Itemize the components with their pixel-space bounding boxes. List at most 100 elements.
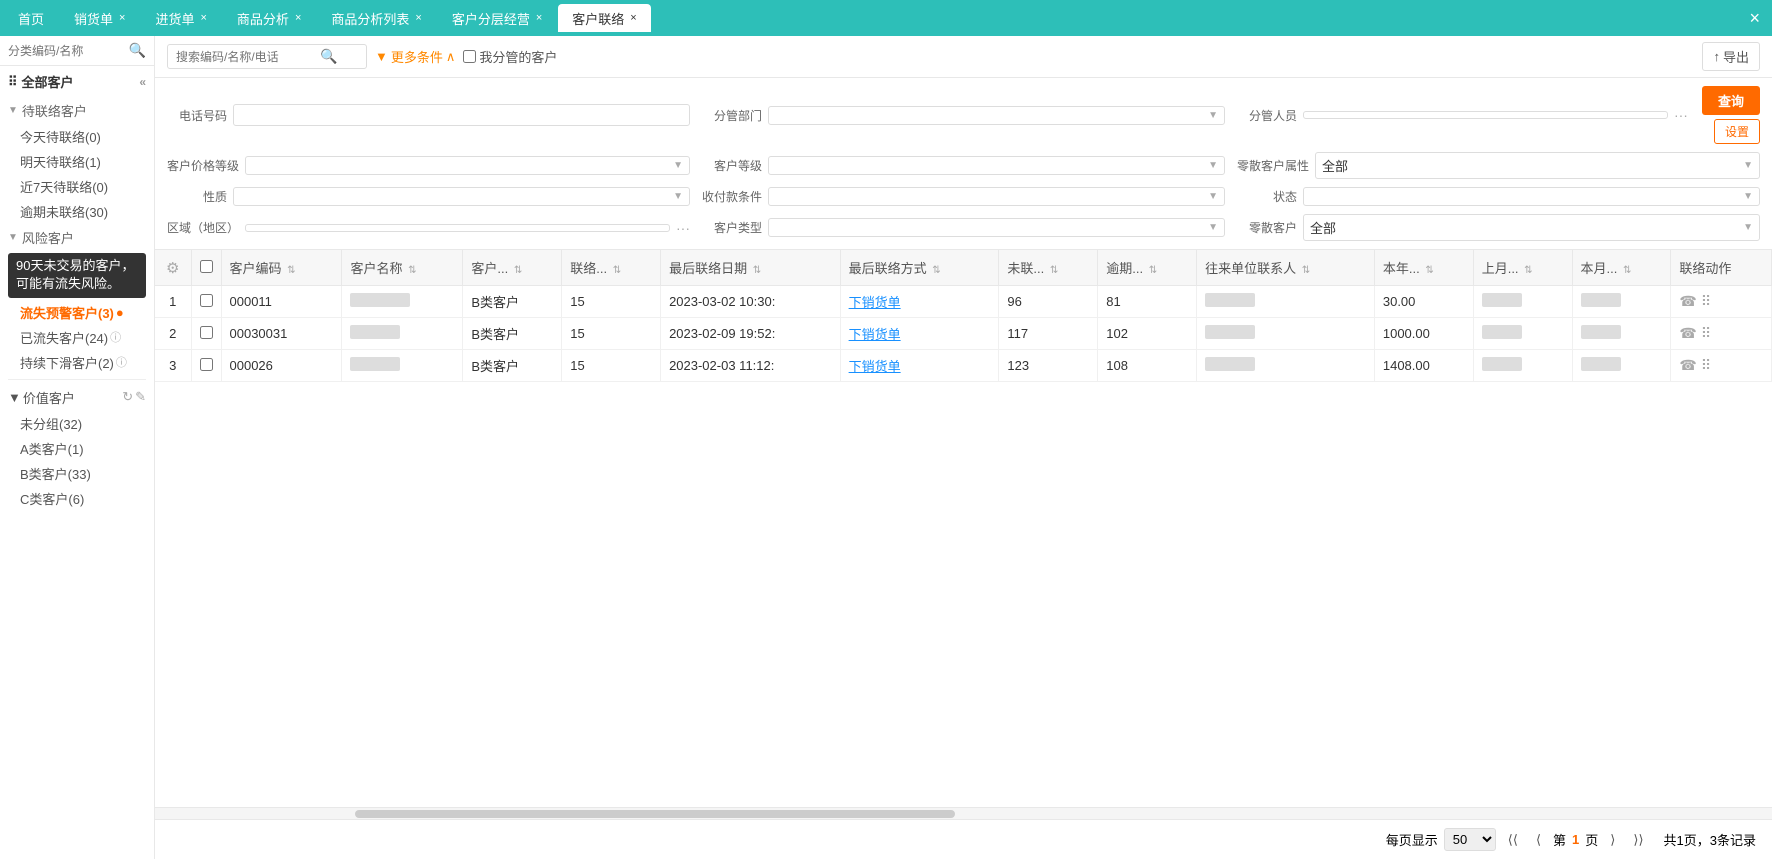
col-company-contact[interactable]: 往来单位联系人 ⇅ <box>1197 250 1375 286</box>
col-action[interactable]: 联络动作 <box>1671 250 1772 286</box>
page-next-icon[interactable]: ⟩ <box>1604 830 1621 850</box>
sidebar-item-churned[interactable]: 已流失客户(24) ⓘ <box>0 325 154 350</box>
sidebar-search-icon[interactable]: 🔍 <box>129 42 146 59</box>
filter-search-icon[interactable]: 🔍 <box>320 48 337 65</box>
page-first-icon[interactable]: ⟨⟨ <box>1502 830 1524 850</box>
row3-phone-icon[interactable]: ☎ <box>1679 357 1696 374</box>
sidebar-item-a-class[interactable]: A类客户(1) <box>0 436 154 461</box>
close-contact-icon[interactable]: × <box>630 12 636 24</box>
row1-check[interactable] <box>191 286 221 318</box>
close-purchase-order-icon[interactable]: × <box>200 12 206 24</box>
tab-product-analysis[interactable]: 商品分析 × <box>223 4 315 32</box>
region-more-icon[interactable]: ··· <box>676 220 690 236</box>
tab-customer-segmentation[interactable]: 客户分层经营 × <box>438 4 556 32</box>
select-all-checkbox[interactable] <box>200 260 213 273</box>
col-contact[interactable]: 联络... ⇅ <box>562 250 661 286</box>
col-level[interactable]: 客户... ⇅ <box>463 250 562 286</box>
row2-more-icon[interactable]: ⠿ <box>1701 325 1711 342</box>
sidebar-item-tomorrow[interactable]: 明天待联络(1) <box>0 149 154 174</box>
refresh-icon[interactable]: ↻ <box>122 389 133 405</box>
row1-checkbox[interactable] <box>200 294 213 307</box>
col-last-method[interactable]: 最后联络方式 ⇅ <box>840 250 999 286</box>
close-segmentation-icon[interactable]: × <box>536 12 542 24</box>
row3-overdue: 108 <box>1098 350 1197 382</box>
row2-checkbox[interactable] <box>200 326 213 339</box>
row1-name <box>342 286 463 318</box>
settings-button[interactable]: 设置 <box>1714 119 1760 144</box>
row3-last-method[interactable]: 下销货单 <box>840 350 999 382</box>
row2-phone-icon[interactable]: ☎ <box>1679 325 1696 342</box>
col-overdue[interactable]: 逾期... ⇅ <box>1098 250 1197 286</box>
row1-more-icon[interactable]: ⠿ <box>1701 293 1711 310</box>
sidebar-item-week[interactable]: 近7天待联络(0) <box>0 174 154 199</box>
sidebar-item-c-class[interactable]: C类客户(6) <box>0 486 154 511</box>
close-all-tabs-button[interactable]: × <box>1741 8 1768 29</box>
row3-checkbox[interactable] <box>200 358 213 371</box>
sidebar-item-declining[interactable]: 持续下滑客户(2) ⓘ <box>0 350 154 375</box>
row3-index: 3 <box>155 350 191 382</box>
tab-purchase-order[interactable]: 进货单 × <box>141 4 220 32</box>
col-checkbox[interactable] <box>191 250 221 286</box>
sidebar-all-customers[interactable]: ⠿ 全部客户 « <box>0 66 154 97</box>
horizontal-scrollbar[interactable] <box>155 807 1772 819</box>
customer-level-select[interactable]: ▼ <box>768 156 1225 175</box>
manager-more-icon[interactable]: ··· <box>1674 107 1688 123</box>
row3-check[interactable] <box>191 350 221 382</box>
sidebar-search-input[interactable] <box>8 44 125 58</box>
pagination-bar: 每页显示 50 100 200 ⟨⟨ ⟨ 第 1 页 ⟩ ⟩⟩ 共1页，3条记录 <box>155 819 1772 859</box>
payment-select[interactable]: ▼ <box>768 187 1225 206</box>
my-customers-checkbox-label[interactable]: 我分管的客户 <box>463 47 557 66</box>
export-button[interactable]: ↑ 导出 <box>1702 42 1760 71</box>
retail-customer-select[interactable]: 全部 ▼ <box>1303 214 1760 241</box>
col-code[interactable]: 客户编码 ⇅ <box>221 250 342 286</box>
per-page-select[interactable]: 50 100 200 <box>1444 828 1496 851</box>
filter-search-input[interactable] <box>176 50 316 64</box>
sidebar-item-b-class[interactable]: B类客户(33) <box>0 461 154 486</box>
filter-row-retail-customer: 零散客户 全部 ▼ <box>1237 214 1760 241</box>
col-name[interactable]: 客户名称 ⇅ <box>342 250 463 286</box>
close-sales-order-icon[interactable]: × <box>119 12 125 24</box>
row1-last-method[interactable]: 下销货单 <box>840 286 999 318</box>
sidebar-item-churn-warning[interactable]: 流失预警客户(3) ● <box>0 300 154 325</box>
customer-type-select[interactable]: ▼ <box>768 218 1225 237</box>
edit-icon[interactable]: ✎ <box>135 389 146 405</box>
dept-select[interactable]: ▼ <box>768 106 1225 125</box>
close-product-list-icon[interactable]: × <box>415 12 421 24</box>
sidebar-item-overdue[interactable]: 逾期未联络(30) <box>0 199 154 224</box>
query-button[interactable]: 查询 <box>1702 86 1760 115</box>
tab-product-list[interactable]: 商品分析列表 × <box>317 4 435 32</box>
receivables-attr-select[interactable]: 全部 ▼ <box>1315 152 1760 179</box>
page-prev-icon[interactable]: ⟨ <box>1530 830 1547 850</box>
row2-check[interactable] <box>191 318 221 350</box>
page-last-icon[interactable]: ⟩⟩ <box>1627 830 1649 850</box>
price-level-select[interactable]: ▼ <box>245 156 690 175</box>
col-this-month[interactable]: 本月... ⇅ <box>1572 250 1671 286</box>
scrollbar-thumb[interactable] <box>355 810 955 818</box>
sidebar-group-risk[interactable]: ▼ 风险客户 <box>0 224 154 251</box>
tab-sales-order[interactable]: 销货单 × <box>60 4 139 32</box>
col-this-year[interactable]: 本年... ⇅ <box>1374 250 1473 286</box>
col-last-date[interactable]: 最后联络日期 ⇅ <box>661 250 841 286</box>
col-settings[interactable]: ⚙ <box>155 250 191 286</box>
row3-more-icon[interactable]: ⠿ <box>1701 357 1711 374</box>
gender-select[interactable]: ▼ <box>233 187 690 206</box>
sidebar-item-ungrouped[interactable]: 未分组(32) <box>0 411 154 436</box>
row2-name <box>342 318 463 350</box>
sidebar-group-value[interactable]: ▼ 价值客户 ↻ ✎ <box>0 384 154 411</box>
col-last-month[interactable]: 上月... ⇅ <box>1473 250 1572 286</box>
phone-input[interactable] <box>233 104 690 126</box>
col-uncontacted[interactable]: 未联... ⇅ <box>999 250 1098 286</box>
sidebar-item-today[interactable]: 今天待联络(0) <box>0 124 154 149</box>
region-select[interactable] <box>245 224 670 232</box>
sidebar-group-pending[interactable]: ▼ 待联络客户 <box>0 97 154 124</box>
manager-select[interactable] <box>1303 111 1668 119</box>
settings-gear-icon[interactable]: ⚙ <box>166 260 179 277</box>
tab-homepage[interactable]: 首页 <box>4 4 58 32</box>
row1-phone-icon[interactable]: ☎ <box>1679 293 1696 310</box>
close-product-analysis-icon[interactable]: × <box>295 12 301 24</box>
more-conditions-button[interactable]: ▼ 更多条件 ∧ <box>375 47 455 66</box>
my-customers-checkbox[interactable] <box>463 50 476 63</box>
row2-last-method[interactable]: 下销货单 <box>840 318 999 350</box>
status-select[interactable]: ▼ <box>1303 187 1760 206</box>
tab-customer-contact[interactable]: 客户联络 × <box>558 4 650 32</box>
